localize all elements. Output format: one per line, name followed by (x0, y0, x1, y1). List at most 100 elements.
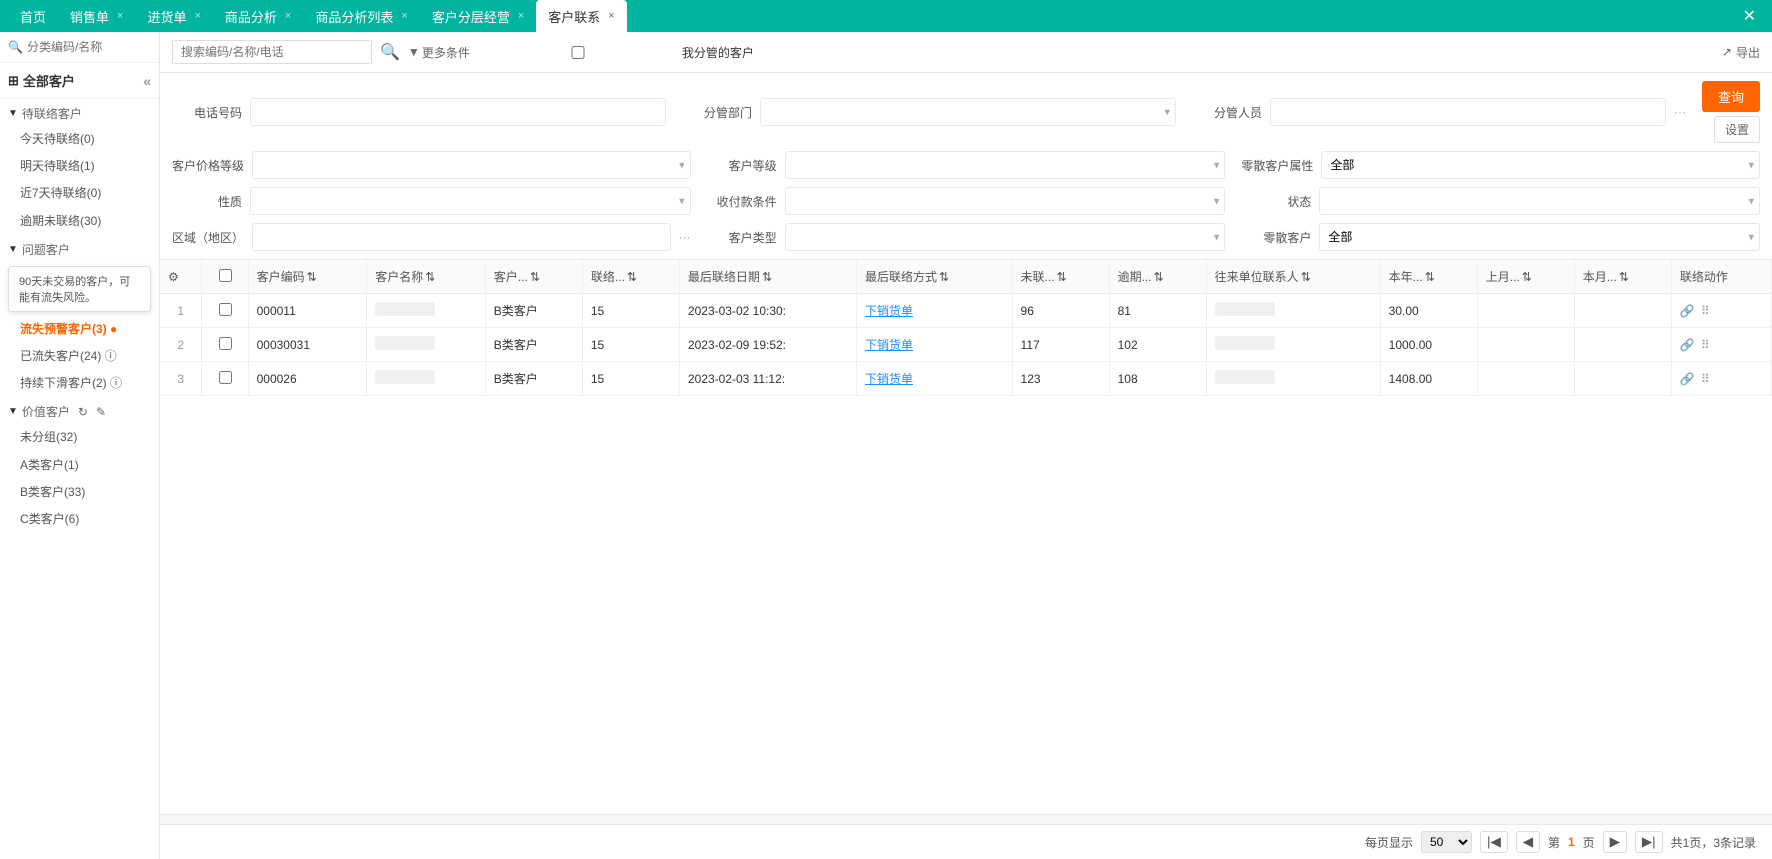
dept-select[interactable] (760, 98, 1176, 126)
th-last-date[interactable]: 最后联络日期 ⇅ (679, 260, 856, 294)
th-contact-count[interactable]: 联络... ⇅ (582, 260, 679, 294)
customer-type-select[interactable] (785, 223, 1226, 251)
bottom-scrollbar[interactable] (160, 814, 1772, 824)
sidebar-item-class-b[interactable]: B类客户(33) (0, 479, 159, 506)
close-customer-segment-tab[interactable]: × (518, 10, 524, 22)
sort-icon-name: ⇅ (425, 270, 435, 284)
row-3-way-link[interactable]: 下销货单 (865, 372, 913, 386)
status-select[interactable] (1319, 187, 1760, 215)
th-name[interactable]: 客户名称 ⇅ (367, 260, 486, 294)
filter-bar: 🔍 ▼ 更多条件 我分管的客户 ↗ 导出 (160, 32, 1772, 73)
th-this-month[interactable]: 本月... ⇅ (1574, 260, 1671, 294)
row-1-way-link[interactable]: 下销货单 (865, 304, 913, 318)
refresh-icon[interactable]: ↻ (78, 405, 88, 419)
field-manager: 分管人员 ··· (1192, 98, 1686, 126)
manager-dots[interactable]: ··· (1674, 105, 1686, 119)
retail-customer-select[interactable]: 全部 (1319, 223, 1760, 251)
tab-sales[interactable]: 销售单 × (58, 0, 135, 32)
tab-purchase[interactable]: 进货单 × (135, 0, 212, 32)
close-sales-tab[interactable]: × (117, 10, 123, 22)
row-2-way-link[interactable]: 下销货单 (865, 338, 913, 352)
last-page-button[interactable]: ▶| (1635, 831, 1663, 853)
manager-input[interactable] (1270, 98, 1666, 126)
close-product-analysis-list-tab[interactable]: × (401, 10, 407, 22)
sidebar-item-declining[interactable]: 持续下滑客户(2) ⓘ (0, 370, 159, 397)
filter-row-1: 电话号码 分管部门 分管人员 ··· 查询 (172, 81, 1760, 143)
phone-input[interactable] (250, 98, 666, 126)
retail-attr-select[interactable]: 全部 (1321, 151, 1760, 179)
tab-home[interactable]: 首页 (8, 0, 58, 32)
first-page-button[interactable]: |◀ (1480, 831, 1508, 853)
row-2-action-more[interactable]: ⠿ (1701, 338, 1710, 352)
export-button[interactable]: ↗ 导出 (1722, 44, 1760, 61)
tab-customer-contact[interactable]: 客户联系 × (536, 0, 626, 32)
th-overdue[interactable]: 逾期... ⇅ (1109, 260, 1206, 294)
row-1-checkbox[interactable] (219, 303, 232, 316)
group-pending-contact[interactable]: ▼ 待联络客户 (0, 99, 159, 126)
close-purchase-tab[interactable]: × (194, 10, 200, 22)
customer-level-select[interactable] (785, 151, 1226, 179)
sidebar-item-ungrouped[interactable]: 未分组(32) (0, 424, 159, 451)
th-settings[interactable]: ⚙ (160, 260, 202, 294)
th-code[interactable]: 客户编码 ⇅ (248, 260, 367, 294)
th-contact-person[interactable]: 往来单位联系人 ⇅ (1206, 260, 1380, 294)
row-3-action-link[interactable]: 🔗 (1680, 372, 1695, 386)
group-value-customers[interactable]: ▼ 价值客户 ↻ ✎ (0, 397, 159, 424)
sidebar-item-overdue-contact[interactable]: 逾期未联络(30) (0, 208, 159, 235)
settings-icon: ⚙ (168, 270, 179, 284)
collapse-icon[interactable]: « (143, 73, 151, 89)
row-3-code: 000026 (248, 362, 367, 396)
edit-icon[interactable]: ✎ (96, 405, 106, 419)
next-page-button[interactable]: ▶ (1603, 831, 1627, 853)
sort-icon-overdue: ⇅ (1154, 270, 1164, 284)
close-product-analysis-tab[interactable]: × (285, 10, 291, 22)
sidebar-item-churn-warning[interactable]: 流失预警客户(3) ● (0, 316, 159, 343)
sidebar-item-tomorrow[interactable]: 明天待联络(1) (0, 153, 159, 180)
tab-product-analysis[interactable]: 商品分析 × (213, 0, 303, 32)
page-size-select[interactable]: 10 20 50 100 (1421, 831, 1472, 853)
region-input[interactable] (252, 223, 671, 251)
sidebar-search-input[interactable] (27, 40, 151, 54)
sidebar-item-churned[interactable]: 已流失客户(24) ⓘ (0, 343, 159, 370)
search-button[interactable]: 🔍 (380, 42, 400, 62)
tab-product-analysis-list[interactable]: 商品分析列表 × (303, 0, 419, 32)
row-1-action-link[interactable]: 🔗 (1680, 304, 1695, 318)
search-input[interactable] (172, 40, 372, 64)
field-phone: 电话号码 (172, 98, 666, 126)
sidebar-item-class-c[interactable]: C类客户(6) (0, 506, 159, 533)
sidebar-item-class-a[interactable]: A类客户(1) (0, 452, 159, 479)
total-records: 共1页，3条记录 (1671, 834, 1756, 851)
th-last-month[interactable]: 上月... ⇅ (1477, 260, 1574, 294)
nature-select[interactable] (250, 187, 691, 215)
settings-button[interactable]: 设置 (1714, 116, 1760, 143)
th-type[interactable]: 客户... ⇅ (485, 260, 582, 294)
row-3-checkbox[interactable] (219, 371, 232, 384)
price-level-select[interactable] (252, 151, 691, 179)
sidebar-all-customers[interactable]: ⊞ 全部客户 « (0, 63, 159, 99)
sidebar-search-bar: 🔍 (0, 32, 159, 63)
my-customers-checkbox[interactable] (478, 46, 678, 59)
region-dots[interactable]: ··· (679, 230, 691, 244)
group-problem-customers[interactable]: ▼ 问题客户 (0, 235, 159, 262)
table-row: 3 000026 B类客户 15 2023-02-03 11:12: 下销货单 … (160, 362, 1772, 396)
prev-page-button[interactable]: ◀ (1516, 831, 1540, 853)
query-button[interactable]: 查询 (1702, 81, 1760, 112)
more-conditions-button[interactable]: ▼ 更多条件 (408, 44, 470, 61)
row-2-action-link[interactable]: 🔗 (1680, 338, 1695, 352)
close-all-tabs[interactable]: ✕ (1735, 6, 1764, 26)
th-unlink-days[interactable]: 未联... ⇅ (1012, 260, 1109, 294)
sidebar-item-today[interactable]: 今天待联络(0) (0, 126, 159, 153)
row-1-action-more[interactable]: ⠿ (1701, 304, 1710, 318)
tab-customer-segment[interactable]: 客户分层经营 × (420, 0, 536, 32)
sidebar-item-7days[interactable]: 近7天待联络(0) (0, 180, 159, 207)
th-last-way[interactable]: 最后联络方式 ⇅ (857, 260, 1013, 294)
my-customers-checkbox-label[interactable]: 我分管的客户 (478, 44, 754, 61)
row-2-lastmonth (1477, 328, 1574, 362)
row-2-checkbox[interactable] (219, 337, 232, 350)
row-3-action-more[interactable]: ⠿ (1701, 372, 1710, 386)
field-status: 状态 (1241, 187, 1760, 215)
close-customer-contact-tab[interactable]: × (608, 10, 614, 22)
payment-select[interactable] (785, 187, 1226, 215)
th-year-amount[interactable]: 本年... ⇅ (1380, 260, 1477, 294)
select-all-checkbox[interactable] (219, 269, 232, 282)
